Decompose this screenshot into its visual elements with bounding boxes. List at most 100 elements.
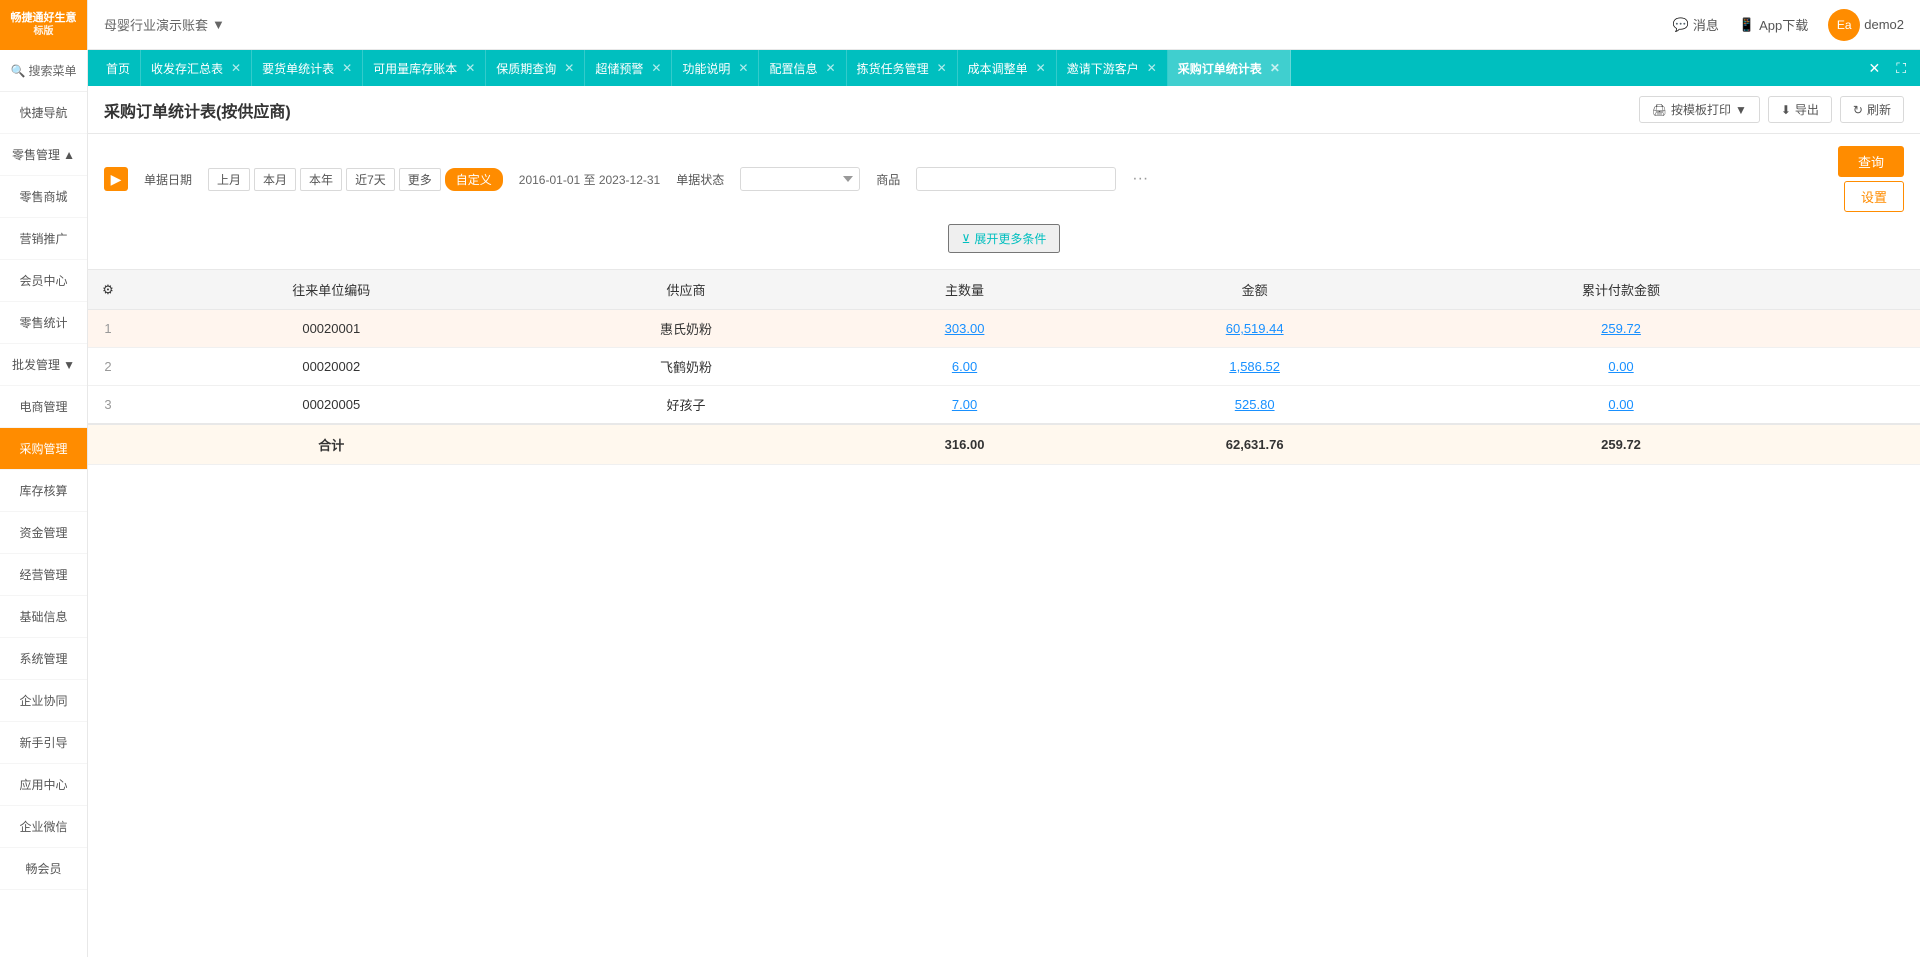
sidebar-item-ops-mgmt[interactable]: 经营管理	[0, 554, 87, 596]
sidebar-item-member-center[interactable]: 会员中心	[0, 260, 87, 302]
table-footer: 合计 316.00 62,631.76 259.72	[88, 424, 1920, 465]
tab-receive-send[interactable]: 收发存汇总表 ✕	[141, 50, 252, 86]
row-paid-2[interactable]: 0.00	[1418, 348, 1825, 386]
sidebar-item-inventory[interactable]: 库存核算	[0, 470, 87, 512]
message-btn[interactable]: 💬 消息	[1673, 15, 1719, 34]
more-date-btn[interactable]: 更多	[399, 168, 441, 191]
row-paid-3[interactable]: 0.00	[1418, 386, 1825, 425]
global-topbar: 母婴行业演示账套 ▼ 💬 消息 📱 App下载 Ea demo2	[88, 0, 1920, 50]
tab-close-icon[interactable]: ✕	[564, 61, 574, 75]
tab-close-icon[interactable]: ✕	[1036, 61, 1046, 75]
tab-close-icon[interactable]: ✕	[1147, 61, 1157, 75]
goods-more-icon[interactable]: ···	[1132, 170, 1148, 188]
export-icon: ⬇	[1781, 103, 1791, 117]
last-month-btn[interactable]: 上月	[208, 168, 250, 191]
app-download-btn[interactable]: 📱 App下载	[1739, 15, 1808, 34]
col-code: 往来单位编码	[128, 270, 535, 310]
tab-home[interactable]: 首页	[96, 50, 141, 86]
sidebar: 畅捷通好生意 标版 🔍 搜索菜单 快捷导航 零售管理 ▲ 零售商城 营销推广 会…	[0, 0, 88, 957]
footer-qty: 316.00	[837, 424, 1091, 465]
status-select[interactable]	[740, 167, 860, 191]
message-icon: 💬	[1673, 17, 1689, 33]
sidebar-item-retail-shop[interactable]: 零售商城	[0, 176, 87, 218]
refresh-button[interactable]: ↻ 刷新	[1840, 96, 1904, 123]
row-paid-1[interactable]: 259.72	[1418, 310, 1825, 348]
app-logo: 畅捷通好生意 标版	[0, 0, 87, 50]
chevron-down-icon: ▲	[63, 148, 75, 162]
footer-label: 合计	[128, 424, 535, 465]
row-amount-1[interactable]: 60,519.44	[1092, 310, 1418, 348]
tab-config-info[interactable]: 配置信息 ✕	[759, 50, 846, 86]
table-row: 2 00020002 飞鹤奶粉 6.00 1,586.52 0.00	[88, 348, 1920, 386]
col-extra	[1824, 270, 1920, 310]
tab-close-icon[interactable]: ✕	[465, 61, 475, 75]
sidebar-item-retail-mgmt[interactable]: 零售管理 ▲	[0, 134, 87, 176]
this-year-btn[interactable]: 本年	[300, 168, 342, 191]
tab-expiry-query[interactable]: 保质期查询 ✕	[486, 50, 585, 86]
row-qty-3[interactable]: 7.00	[837, 386, 1091, 425]
search-menu-button[interactable]: 🔍 搜索菜单	[5, 58, 82, 83]
page-headerbar: 采购订单统计表(按供应商) 🖨 按模板打印 ▼ ⬇ 导出 ↻ 刷新	[88, 86, 1920, 134]
store-selector[interactable]: 母婴行业演示账套 ▼	[104, 15, 225, 34]
sidebar-item-corp-wechat[interactable]: 企业微信	[0, 806, 87, 848]
row-supplier-2: 飞鹤奶粉	[535, 348, 838, 386]
row-amount-2[interactable]: 1,586.52	[1092, 348, 1418, 386]
footer-empty-2	[535, 424, 838, 465]
sidebar-item-corp-collab[interactable]: 企业协同	[0, 680, 87, 722]
row-qty-2[interactable]: 6.00	[837, 348, 1091, 386]
sidebar-item-finance[interactable]: 资金管理	[0, 512, 87, 554]
tab-close-icon[interactable]: ✕	[1270, 61, 1280, 75]
footer-paid: 259.72	[1418, 424, 1825, 465]
tab-purchase-order-stats[interactable]: 采购订单统计表 ✕	[1168, 50, 1291, 86]
user-account[interactable]: Ea demo2	[1828, 9, 1904, 41]
filter-toggle-button[interactable]: ▶	[104, 167, 128, 191]
maximize-button[interactable]: ⛶	[1890, 58, 1912, 79]
row-supplier-3: 好孩子	[535, 386, 838, 425]
search-button[interactable]: 查询	[1838, 146, 1904, 177]
settings-icon[interactable]: ⚙	[102, 282, 114, 297]
tab-bar: 首页 收发存汇总表 ✕ 要货单统计表 ✕ 可用量库存账本 ✕ 保质期查询 ✕ 超…	[88, 50, 1920, 86]
close-tab-button[interactable]: ✕	[1862, 58, 1886, 79]
settings-button[interactable]: 设置	[1844, 181, 1904, 212]
tab-close-icon[interactable]: ✕	[937, 61, 947, 75]
template-print-button[interactable]: 🖨 按模板打印 ▼	[1639, 96, 1760, 123]
tab-close-icon[interactable]: ✕	[738, 61, 748, 75]
tab-func-desc[interactable]: 功能说明 ✕	[672, 50, 759, 86]
date-filter-label: 单据日期	[144, 171, 192, 188]
sidebar-search[interactable]: 🔍 搜索菜单	[0, 50, 87, 92]
goods-input[interactable]	[916, 167, 1116, 191]
tab-cost-adjust[interactable]: 成本调整单 ✕	[958, 50, 1057, 86]
date-range-display: 2016-01-01 至 2023-12-31	[519, 171, 660, 188]
sidebar-item-marketing[interactable]: 营销推广	[0, 218, 87, 260]
tab-close-icon[interactable]: ✕	[826, 61, 836, 75]
tab-available-inv[interactable]: 可用量库存账本 ✕	[363, 50, 486, 86]
tab-close-icon[interactable]: ✕	[342, 61, 352, 75]
sidebar-item-sys-mgmt[interactable]: 系统管理	[0, 638, 87, 680]
row-extra-3	[1824, 386, 1920, 425]
row-supplier-1: 惠氏奶粉	[535, 310, 838, 348]
sidebar-item-vip-member[interactable]: 畅会员	[0, 848, 87, 890]
tab-shelf-task[interactable]: 拣货任务管理 ✕	[847, 50, 958, 86]
sidebar-item-purchase-mgmt[interactable]: 采购管理	[0, 428, 87, 470]
this-month-btn[interactable]: 本月	[254, 168, 296, 191]
row-qty-1[interactable]: 303.00	[837, 310, 1091, 348]
tab-invite-downstream[interactable]: 邀请下游客户 ✕	[1057, 50, 1168, 86]
tab-close-icon[interactable]: ✕	[231, 61, 241, 75]
export-button[interactable]: ⬇ 导出	[1768, 96, 1832, 123]
row-amount-3[interactable]: 525.80	[1092, 386, 1418, 425]
tab-order-stats[interactable]: 要货单统计表 ✕	[252, 50, 363, 86]
sidebar-item-quick-nav[interactable]: 快捷导航	[0, 92, 87, 134]
sidebar-item-app-center[interactable]: 应用中心	[0, 764, 87, 806]
last-7days-btn[interactable]: 近7天	[346, 168, 395, 191]
sidebar-item-retail-stats[interactable]: 零售统计	[0, 302, 87, 344]
sidebar-item-wholesale-mgmt[interactable]: 批发管理 ▼	[0, 344, 87, 386]
sidebar-item-basic-info[interactable]: 基础信息	[0, 596, 87, 638]
sidebar-item-ecommerce[interactable]: 电商管理	[0, 386, 87, 428]
table-row: 3 00020005 好孩子 7.00 525.80 0.00	[88, 386, 1920, 425]
sidebar-item-new-guide[interactable]: 新手引导	[0, 722, 87, 764]
col-paid: 累计付款金额	[1418, 270, 1825, 310]
custom-date-btn[interactable]: 自定义	[445, 168, 503, 191]
tab-close-icon[interactable]: ✕	[651, 61, 661, 75]
tab-overstock-alert[interactable]: 超储预警 ✕	[585, 50, 672, 86]
expand-more-button[interactable]: ⊻ 展开更多条件	[948, 224, 1061, 253]
